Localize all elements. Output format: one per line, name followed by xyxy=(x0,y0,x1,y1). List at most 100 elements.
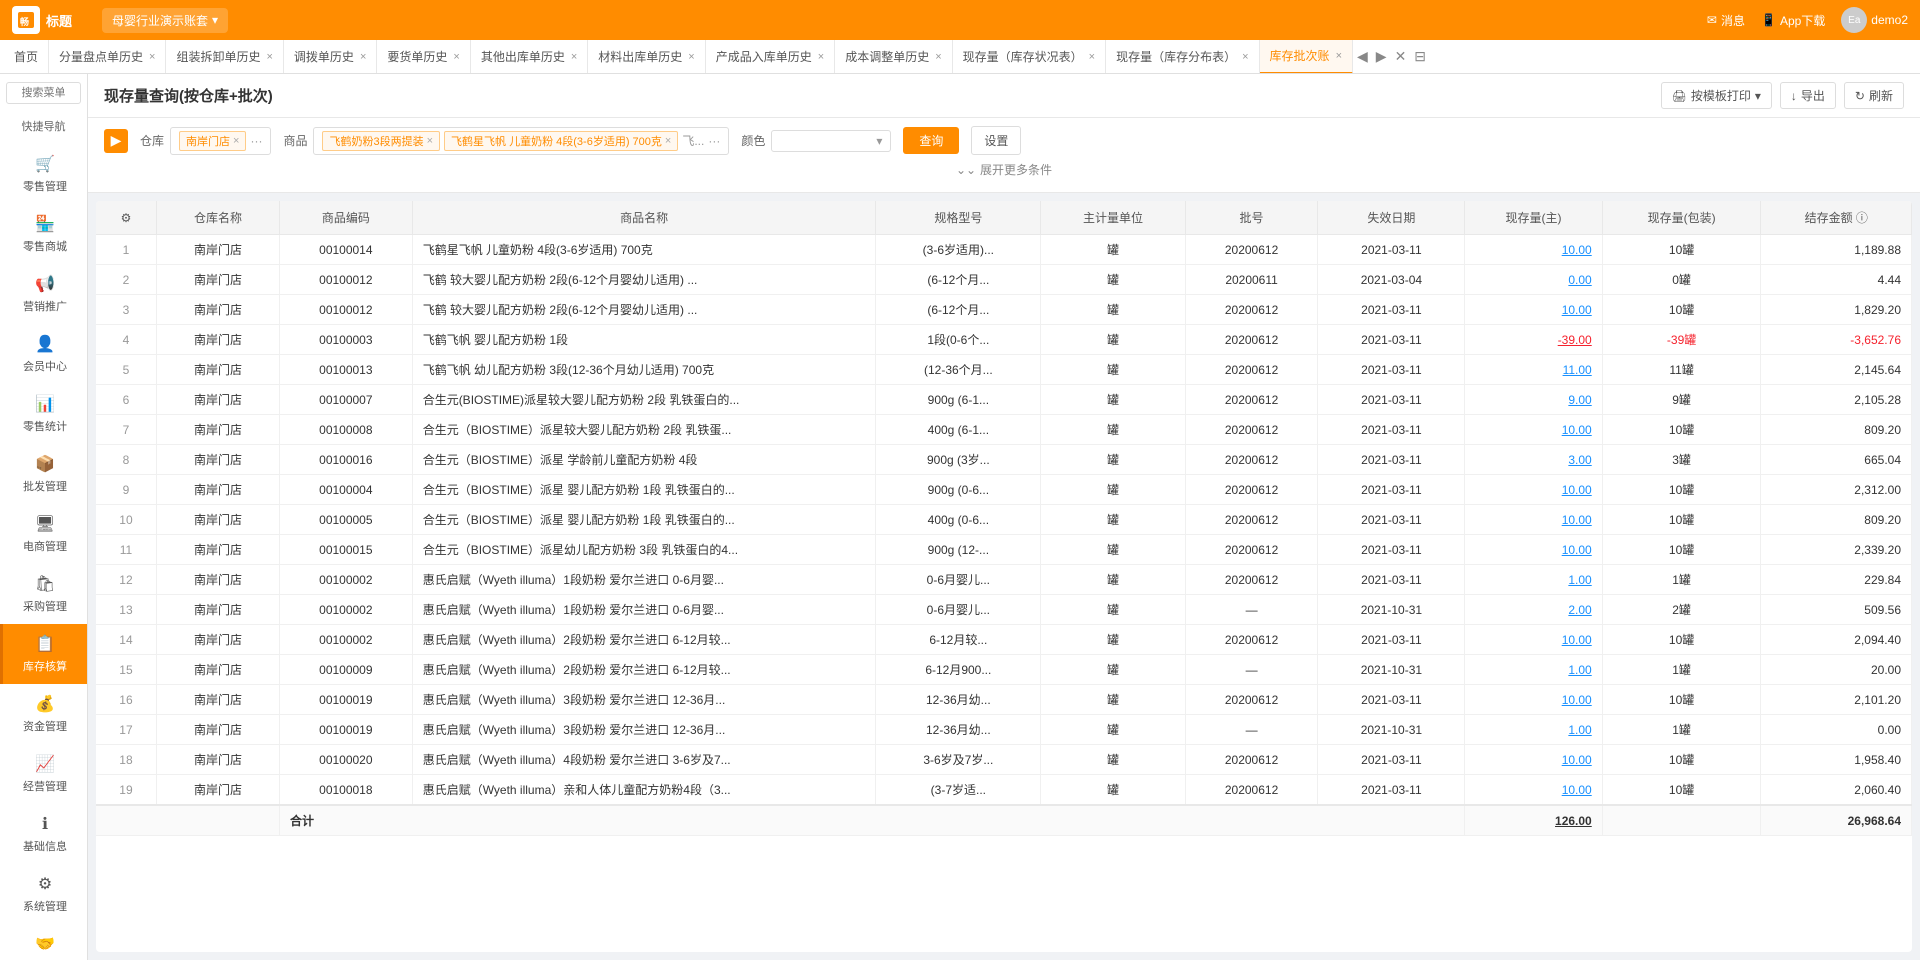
sidebar-item-ecommerce[interactable]: 🖥 电商管理 xyxy=(0,504,87,564)
tab-10-close[interactable]: × xyxy=(1242,51,1248,63)
tab-nav-menu[interactable]: ⊟ xyxy=(1410,48,1430,65)
tab-9[interactable]: 现存量（库存状况表） × xyxy=(953,40,1106,74)
cell-qty[interactable]: 10.00 xyxy=(1465,775,1602,806)
cell-qty[interactable]: 1.00 xyxy=(1465,565,1602,595)
tab-5[interactable]: 其他出库单历史 × xyxy=(471,40,588,74)
warehouse-tag-box[interactable]: 南岸门店 × ··· xyxy=(170,127,271,155)
tab-1-close[interactable]: × xyxy=(149,51,155,63)
product-tag-1-close[interactable]: × xyxy=(427,135,433,147)
tab-11[interactable]: 库存批次账 × xyxy=(1260,40,1353,74)
product-tag-2-close[interactable]: × xyxy=(665,135,671,147)
sidebar-item-member[interactable]: 👤 会员中心 xyxy=(0,324,87,384)
tab-nav-left[interactable]: ◀ xyxy=(1353,48,1372,65)
tab-nav-close[interactable]: ✕ xyxy=(1391,48,1411,65)
sidebar-item-retail-mall[interactable]: 🏪 零售商城 xyxy=(0,204,87,264)
export-icon: ↓ xyxy=(1791,89,1797,103)
tab-7[interactable]: 产成品入库单历史 × xyxy=(706,40,835,74)
sidebar-item-marketing[interactable]: 📢 营销推广 xyxy=(0,264,87,324)
tab-4-close[interactable]: × xyxy=(453,51,459,63)
query-button[interactable]: 查询 xyxy=(903,127,959,154)
tab-9-close[interactable]: × xyxy=(1089,51,1095,63)
tab-5-label: 其他出库单历史 xyxy=(481,48,565,65)
footer-total-qty[interactable]: 126.00 xyxy=(1465,805,1602,836)
cell-spec: 12-36月幼... xyxy=(876,715,1041,745)
cell-unit: 罐 xyxy=(1041,295,1186,325)
sidebar-item-inventory[interactable]: 📋 库存核算 xyxy=(0,624,87,684)
export-button[interactable]: ↓ 导出 xyxy=(1780,82,1836,109)
product-tag-box[interactable]: 飞鹤奶粉3段两提装 × 飞鹤星飞帆 儿童奶粉 4段(3-6岁适用) 700克 ×… xyxy=(313,127,729,155)
tab-7-close[interactable]: × xyxy=(818,51,824,63)
filter-expand-btn[interactable]: ▶ xyxy=(104,129,128,153)
warehouse-tag-close[interactable]: × xyxy=(233,135,239,147)
cell-qty[interactable]: -39.00 xyxy=(1465,325,1602,355)
org-selector[interactable]: 母婴行业演示账套 ▾ xyxy=(102,8,228,33)
tab-6-close[interactable]: × xyxy=(688,51,694,63)
tab-2[interactable]: 组装拆卸单历史 × xyxy=(166,40,283,74)
cell-qty[interactable]: 10.00 xyxy=(1465,625,1602,655)
tab-home[interactable]: 首页 xyxy=(4,40,49,74)
cell-qty[interactable]: 3.00 xyxy=(1465,445,1602,475)
tab-7-label: 产成品入库单历史 xyxy=(716,48,812,65)
cell-qty[interactable]: 10.00 xyxy=(1465,685,1602,715)
footer-empty xyxy=(96,805,280,836)
tab-nav-right[interactable]: ▶ xyxy=(1372,48,1391,65)
col-settings[interactable]: ⚙ xyxy=(96,201,156,235)
cell-spec: 0-6月婴儿... xyxy=(876,565,1041,595)
cell-qty[interactable]: 11.00 xyxy=(1465,355,1602,385)
cell-qty[interactable]: 10.00 xyxy=(1465,535,1602,565)
tab-3-close[interactable]: × xyxy=(360,51,366,63)
cell-qty[interactable]: 1.00 xyxy=(1465,715,1602,745)
cell-expiry: 2021-03-11 xyxy=(1318,565,1465,595)
tab-6[interactable]: 材料出库单历史 × xyxy=(588,40,705,74)
sidebar-item-finance[interactable]: 💰 资金管理 xyxy=(0,684,87,744)
tab-11-close[interactable]: × xyxy=(1336,50,1342,62)
tab-4[interactable]: 要货单历史 × xyxy=(377,40,470,74)
tab-1[interactable]: 分量盘点单历史 × xyxy=(49,40,166,74)
cell-qty[interactable]: 1.00 xyxy=(1465,655,1602,685)
warehouse-dots[interactable]: ··· xyxy=(250,134,262,148)
settings-button[interactable]: 设置 xyxy=(971,126,1021,155)
cell-spec: (6-12个月... xyxy=(876,265,1041,295)
sidebar-item-wholesale[interactable]: 📦 批发管理 xyxy=(0,444,87,504)
sidebar-item-system[interactable]: ⚙ 系统管理 xyxy=(0,864,87,924)
settings-icon[interactable]: ⚙ xyxy=(121,211,132,225)
cell-qty[interactable]: 2.00 xyxy=(1465,595,1602,625)
cell-qty[interactable]: 10.00 xyxy=(1465,475,1602,505)
cell-warehouse: 南岸门店 xyxy=(156,265,279,295)
sidebar-item-operations[interactable]: 📈 经营管理 xyxy=(0,744,87,804)
cell-qty[interactable]: 10.00 xyxy=(1465,235,1602,265)
tab-10[interactable]: 现存量（库存分布表） × xyxy=(1106,40,1259,74)
table-row: 15 南岸门店 00100009 惠氏启赋（Wyeth illuma）2段奶粉 … xyxy=(96,655,1912,685)
tab-8-close[interactable]: × xyxy=(935,51,941,63)
tab-2-close[interactable]: × xyxy=(266,51,272,63)
tab-8[interactable]: 成本调整单历史 × xyxy=(835,40,952,74)
messages-btn[interactable]: ✉ 消息 xyxy=(1707,12,1745,29)
table-row: 3 南岸门店 00100012 飞鹤 较大婴儿配方奶粉 2段(6-12个月婴幼儿… xyxy=(96,295,1912,325)
print-button[interactable]: 🖨 按模板打印 ▾ xyxy=(1661,82,1772,109)
cell-qty[interactable]: 10.00 xyxy=(1465,415,1602,445)
sidebar-item-retail-stats[interactable]: 📊 零售统计 xyxy=(0,384,87,444)
cell-batch: 20200612 xyxy=(1185,685,1318,715)
cell-batch: 20200612 xyxy=(1185,565,1318,595)
product-dots[interactable]: ··· xyxy=(708,134,720,148)
user-profile[interactable]: Ea demo2 xyxy=(1841,7,1908,33)
cell-unit: 罐 xyxy=(1041,505,1186,535)
tab-5-close[interactable]: × xyxy=(571,51,577,63)
expand-more-btn[interactable]: ⌄⌄ 展开更多条件 xyxy=(104,155,1904,184)
sidebar-item-purchase[interactable]: 🛍 采购管理 xyxy=(0,564,87,624)
username-label: demo2 xyxy=(1871,13,1908,27)
cell-qty[interactable]: 10.00 xyxy=(1465,295,1602,325)
refresh-button[interactable]: ↻ 刷新 xyxy=(1844,82,1904,109)
cell-qty[interactable]: 10.00 xyxy=(1465,505,1602,535)
sidebar-quick-nav[interactable]: 快捷导航 xyxy=(0,112,87,140)
app-download-btn[interactable]: 📱 App下载 xyxy=(1761,12,1825,29)
sidebar-item-collab[interactable]: 🤝 企业协同 xyxy=(0,924,87,960)
color-box[interactable]: ▾ xyxy=(771,130,891,152)
sidebar-item-basics[interactable]: ℹ 基础信息 xyxy=(0,804,87,864)
cell-qty[interactable]: 9.00 xyxy=(1465,385,1602,415)
cell-qty[interactable]: 10.00 xyxy=(1465,745,1602,775)
sidebar-item-retail-mgmt[interactable]: 🛒 零售管理 xyxy=(0,144,87,204)
cell-qty[interactable]: 0.00 xyxy=(1465,265,1602,295)
search-input[interactable] xyxy=(6,82,81,104)
tab-3[interactable]: 调拨单历史 × xyxy=(284,40,377,74)
